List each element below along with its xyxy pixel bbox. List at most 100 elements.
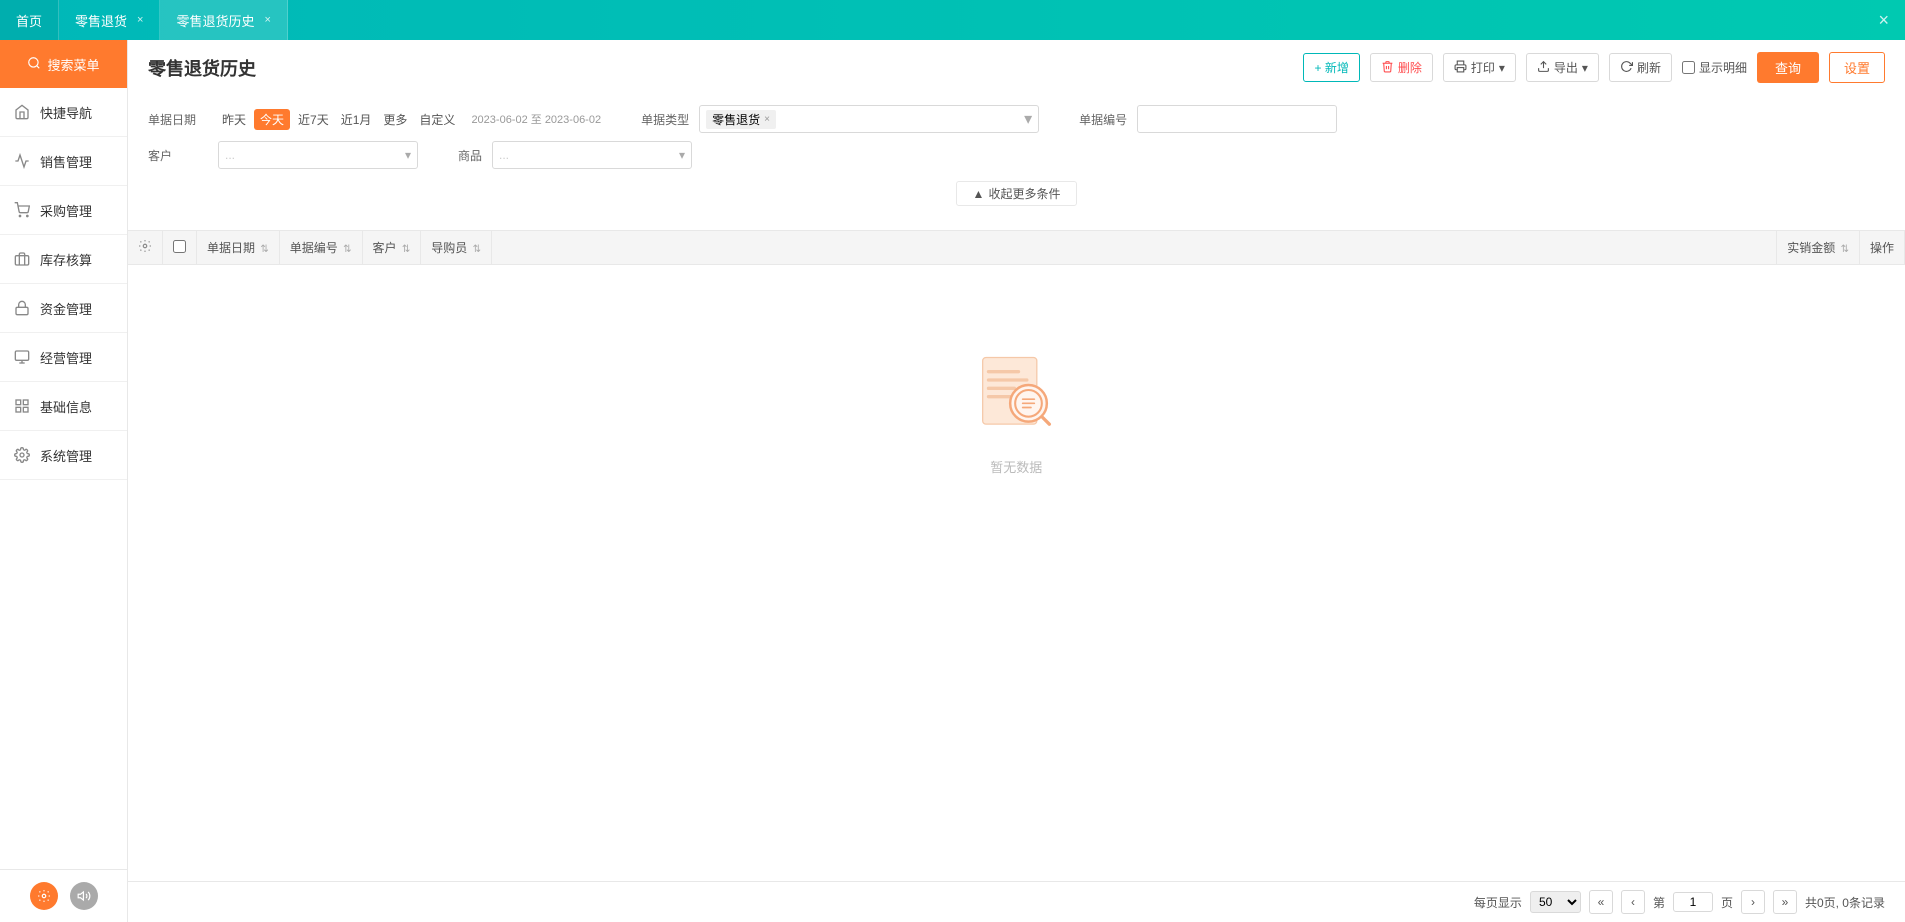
- delete-button[interactable]: 删除: [1370, 53, 1433, 82]
- date-opt-7days[interactable]: 近7天: [294, 109, 333, 130]
- table-header-row: 单据日期 ⇅ 单据编号 ⇅ 客户 ⇅ 导购员 ⇅: [128, 231, 1905, 265]
- date-filter-label: 单据日期: [148, 111, 218, 128]
- tab-home[interactable]: 首页: [0, 0, 59, 40]
- top-bar: 首页 零售退货 × 零售退货历史 × ×: [0, 0, 1905, 40]
- empty-illustration: [966, 345, 1066, 445]
- tab-retail-return-close[interactable]: ×: [137, 14, 143, 26]
- basic-info-icon: [12, 396, 32, 416]
- toolbar: + 新增 删除 打印 ▾: [1303, 52, 1885, 83]
- th-settings[interactable]: [128, 231, 163, 265]
- customer-filter-label: 客户: [148, 147, 218, 164]
- date-opt-1month[interactable]: 近1月: [337, 109, 376, 130]
- sidebar-item-basic-info-label: 基础信息: [40, 397, 92, 416]
- filter-row-customer: 客户 ... ▾ 商品 ... ▾: [148, 141, 1885, 169]
- tab-retail-return-history-close[interactable]: ×: [264, 14, 270, 26]
- sidebar-item-operations-label: 经营管理: [40, 348, 92, 367]
- delete-icon: [1381, 60, 1394, 76]
- date-opt-custom[interactable]: 自定义: [415, 109, 459, 130]
- page-number-input[interactable]: [1673, 892, 1713, 912]
- sidebar-item-inventory[interactable]: 库存核算: [0, 235, 127, 284]
- page-title: 零售退货历史: [148, 55, 256, 81]
- select-all-checkbox[interactable]: [173, 240, 186, 253]
- tab-retail-return[interactable]: 零售退货 ×: [59, 0, 160, 40]
- sidebar-item-system[interactable]: 系统管理: [0, 431, 127, 480]
- window-close-button[interactable]: ×: [1878, 10, 1889, 31]
- collapse-label: 收起更多条件: [988, 185, 1060, 202]
- page-size-label: 每页显示: [1474, 894, 1522, 911]
- collapse-button[interactable]: ▲ 收起更多条件: [956, 181, 1078, 206]
- empty-state-cell: 暂无数据: [128, 265, 1905, 537]
- purchase-icon: [12, 200, 32, 220]
- th-spacer: [492, 231, 1777, 265]
- main-layout: 搜索菜单 快捷导航 销售管理 采购管理 库存核算: [0, 40, 1905, 922]
- sidebar-item-operations[interactable]: 经营管理: [0, 333, 127, 382]
- set-button[interactable]: 设置: [1829, 52, 1885, 83]
- refresh-button[interactable]: 刷新: [1609, 53, 1672, 82]
- print-label: 打印: [1471, 59, 1495, 76]
- th-guide[interactable]: 导购员 ⇅: [421, 231, 492, 265]
- page-header: 零售退货历史 + 新增 删除 打印 ▾: [128, 40, 1905, 231]
- date-opt-today[interactable]: 今天: [254, 109, 290, 130]
- pagination: 每页显示 50 20 100 « ‹ 第 页 › » 共0页, 0条记录: [128, 881, 1905, 922]
- sidebar-item-system-label: 系统管理: [40, 446, 92, 465]
- prev-page-icon: ‹: [1631, 895, 1635, 909]
- th-checkbox[interactable]: [163, 231, 197, 265]
- type-tag-close[interactable]: ×: [764, 114, 770, 125]
- customer-filter-input[interactable]: ... ▾: [218, 141, 418, 169]
- print-chevron-icon: ▾: [1499, 61, 1505, 75]
- operations-icon: [12, 347, 32, 367]
- total-text: 共0页, 0条记录: [1805, 894, 1885, 911]
- system-icon: [12, 445, 32, 465]
- th-doc-date-sort-icon: ⇅: [260, 244, 268, 255]
- content-area: 零售退货历史 + 新增 删除 打印 ▾: [128, 40, 1905, 922]
- date-range-value: 2023-06-02 至 2023-06-02: [471, 111, 601, 127]
- settings-bottom-button[interactable]: [30, 882, 58, 910]
- show-detail-label: 显示明细: [1699, 59, 1747, 76]
- delete-label: 删除: [1398, 59, 1422, 76]
- date-options: 昨天 今天 近7天 近1月 更多 自定义 2023-06-02 至 2023-0…: [218, 109, 601, 130]
- type-filter-input[interactable]: 零售退货 × ▾: [699, 105, 1039, 133]
- tab-retail-return-label: 零售退货: [75, 11, 127, 30]
- sidebar-search[interactable]: 搜索菜单: [0, 40, 127, 88]
- print-button[interactable]: 打印 ▾: [1443, 53, 1516, 82]
- date-opt-more[interactable]: 更多: [379, 109, 411, 130]
- query-button[interactable]: 查询: [1757, 52, 1819, 83]
- filter-row-date: 单据日期 昨天 今天 近7天 近1月 更多 自定义 2023-06-02 至 2…: [148, 105, 1885, 133]
- sidebar-item-basic-info[interactable]: 基础信息: [0, 382, 127, 431]
- goods-filter-label: 商品: [458, 147, 482, 164]
- show-detail-checkbox[interactable]: [1682, 61, 1695, 74]
- export-button[interactable]: 导出 ▾: [1526, 53, 1599, 82]
- sidebar-item-finance-label: 资金管理: [40, 299, 92, 318]
- goods-filter-input[interactable]: ... ▾: [492, 141, 692, 169]
- sidebar-item-finance[interactable]: 资金管理: [0, 284, 127, 333]
- audio-bottom-button[interactable]: [70, 882, 98, 910]
- prev-page-button[interactable]: ‹: [1621, 890, 1645, 914]
- sidebar-item-sales-mgmt[interactable]: 销售管理: [0, 137, 127, 186]
- sidebar-item-purchase-mgmt[interactable]: 采购管理: [0, 186, 127, 235]
- th-actual-amount-sort-icon: ⇅: [1841, 244, 1849, 255]
- export-label: 导出: [1554, 59, 1578, 76]
- page-size-select[interactable]: 50 20 100: [1530, 891, 1581, 913]
- next-page-button[interactable]: ›: [1741, 890, 1765, 914]
- th-doc-date[interactable]: 单据日期 ⇅: [197, 231, 280, 265]
- tab-retail-return-history[interactable]: 零售退货历史 ×: [160, 0, 287, 40]
- last-page-icon: »: [1782, 895, 1789, 909]
- new-button[interactable]: + 新增: [1303, 53, 1359, 82]
- th-doc-no[interactable]: 单据编号 ⇅: [279, 231, 362, 265]
- type-dropdown-icon[interactable]: ▾: [1024, 109, 1032, 129]
- th-operation: 操作: [1859, 231, 1904, 265]
- refresh-icon: [1620, 60, 1633, 76]
- filter-collapse-row: ▲ 收起更多条件: [148, 177, 1885, 214]
- goods-chevron-icon: ▾: [679, 148, 685, 162]
- export-chevron-icon: ▾: [1582, 61, 1588, 75]
- doc-no-filter-input[interactable]: [1137, 105, 1337, 133]
- th-customer[interactable]: 客户 ⇅: [362, 231, 421, 265]
- last-page-button[interactable]: »: [1773, 890, 1797, 914]
- first-page-button[interactable]: «: [1589, 890, 1613, 914]
- sidebar-search-label: 搜索菜单: [47, 55, 99, 74]
- th-doc-no-label: 单据编号: [290, 241, 338, 255]
- th-actual-amount[interactable]: 实销金额 ⇅: [1777, 231, 1860, 265]
- type-tag-value: 零售退货: [712, 111, 760, 128]
- sidebar-item-quick-nav[interactable]: 快捷导航: [0, 88, 127, 137]
- date-opt-yesterday[interactable]: 昨天: [218, 109, 250, 130]
